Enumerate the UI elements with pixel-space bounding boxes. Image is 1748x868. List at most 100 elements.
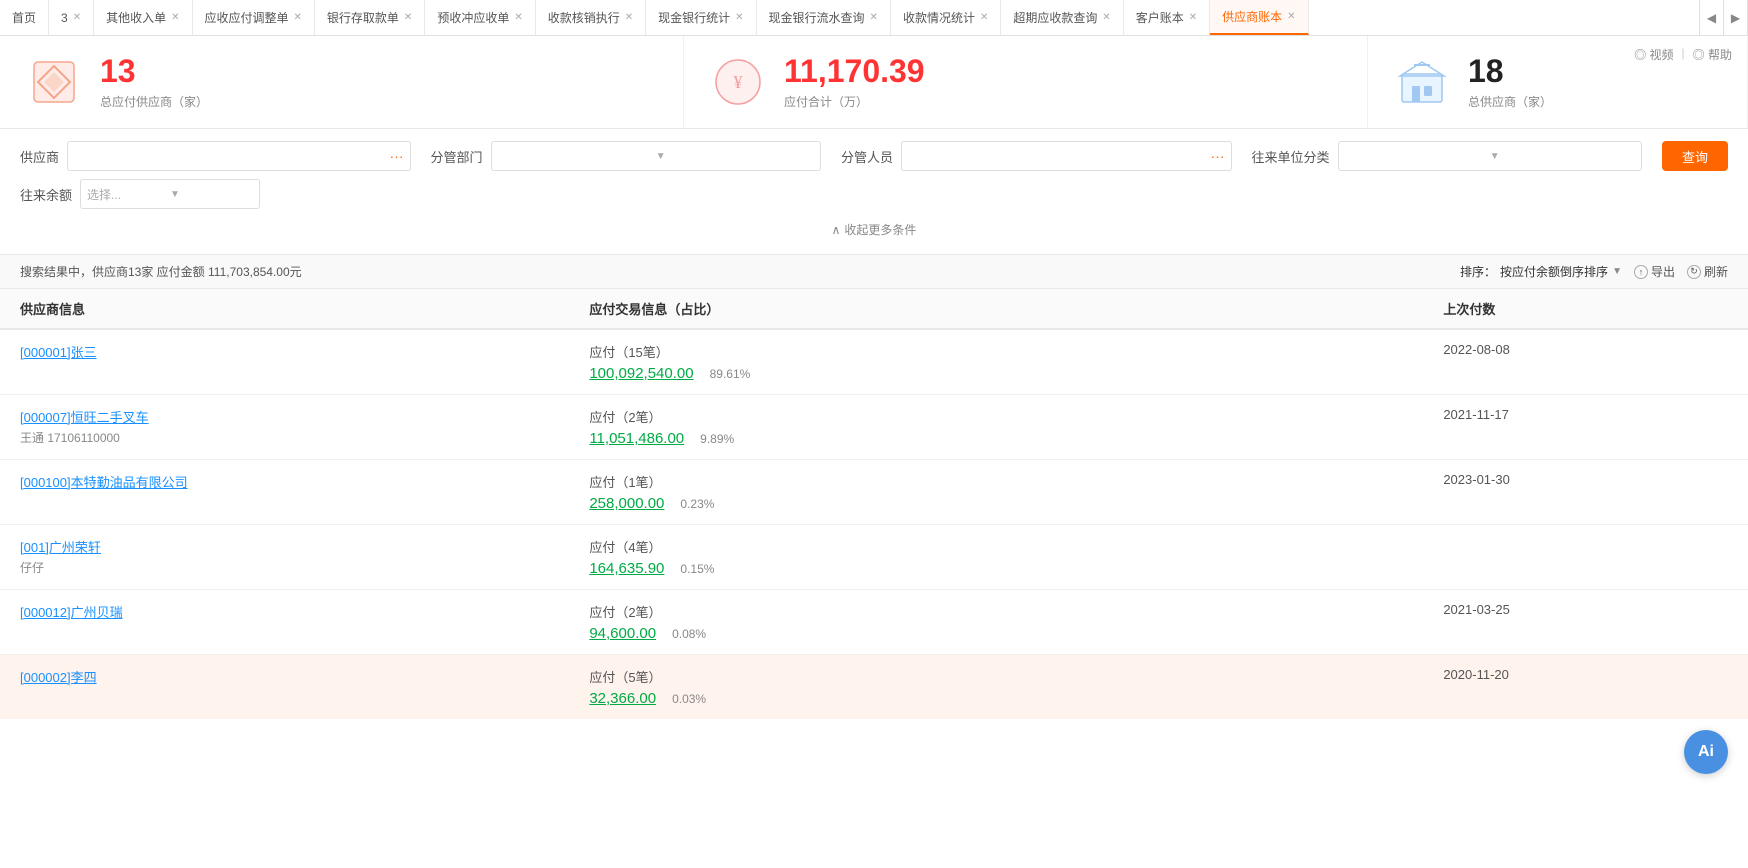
person-dots-icon[interactable]: ··· (1211, 148, 1225, 164)
lastpay-cell-3: 2023-01-30 (1443, 472, 1728, 487)
supplier-link-4[interactable]: [001]广州荣轩 (20, 537, 589, 556)
transaction-cell-1: 应付（15笔） 100,092,540.00 89.61% (589, 342, 1443, 382)
person-input-wrap[interactable]: ··· (901, 141, 1231, 171)
nav-tab-adjustment[interactable]: 应收应付调整单 ✕ (193, 0, 315, 35)
supplier-link-1[interactable]: [000001]张三 (20, 342, 589, 361)
filter-row-1: 供应商 ··· 分管部门 ▼ 分管人员 ··· 往来单位分类 (20, 141, 1728, 171)
help-link[interactable]: ◎ 帮助 (1693, 46, 1732, 63)
nav-tab-customer-account[interactable]: 客户账本 ✕ (1124, 0, 1210, 35)
category-label: 往来单位分类 (1252, 147, 1330, 166)
chevron-down-icon: ▼ (656, 151, 814, 162)
table-row: [000100]本特勤油品有限公司 应付（1笔） 258,000.00 0.23… (0, 460, 1748, 525)
transaction-amount-row-2: 11,051,486.00 9.89% (589, 430, 1443, 447)
transaction-detail-1: 应付（15笔） 100,092,540.00 89.61% (589, 342, 1443, 382)
transaction-detail-4: 应付（4笔） 164,635.90 0.15% (589, 537, 1443, 577)
close-icon[interactable]: ✕ (870, 12, 878, 23)
close-icon[interactable]: ✕ (625, 12, 633, 23)
nav-tab-supplier-account[interactable]: 供应商账本 ✕ (1210, 0, 1308, 35)
transaction-amount-5[interactable]: 94,600.00 (589, 625, 656, 642)
person-input[interactable] (908, 149, 1210, 163)
lastpay-cell-5: 2021-03-25 (1443, 602, 1728, 617)
close-icon[interactable]: ✕ (735, 12, 743, 23)
dept-select[interactable]: ▼ (491, 141, 821, 171)
close-icon[interactable]: ✕ (171, 12, 179, 23)
svg-text:¥: ¥ (734, 72, 743, 92)
supplier-cell-1: [000001]张三 (20, 342, 589, 361)
export-icon: ↑ (1634, 265, 1648, 279)
transaction-amount-3[interactable]: 258,000.00 (589, 495, 664, 512)
sort-select[interactable]: 排序： 按应付余额倒序排序 ▼ (1460, 263, 1622, 280)
nav-tab-label: 超期应收款查询 (1013, 9, 1097, 26)
video-link[interactable]: ◎ 视频 (1634, 46, 1673, 63)
balance-select[interactable]: 选择... ▼ (80, 179, 260, 209)
supplier-cell-4: [001]广州荣轩 仔仔 (20, 537, 589, 576)
refresh-button[interactable]: ↻ 刷新 (1687, 263, 1728, 280)
close-icon[interactable]: ✕ (1102, 12, 1110, 23)
nav-left-arrow[interactable]: ◀ (1700, 0, 1724, 36)
nav-tab-other-income[interactable]: 其他收入单 ✕ (94, 0, 192, 35)
transaction-amount-6[interactable]: 32,366.00 (589, 690, 656, 707)
supplier-link-3[interactable]: [000100]本特勤油品有限公司 (20, 472, 589, 491)
close-icon[interactable]: ✕ (1189, 12, 1197, 23)
transaction-label-5: 应付（2笔） (589, 602, 1443, 621)
result-bar: 搜索结果中，供应商13家 应付金额 111,703,854.00元 排序： 按应… (0, 255, 1748, 289)
lastpay-cell-2: 2021-11-17 (1443, 407, 1728, 422)
nav-tab-receipt-stats[interactable]: 收款情况统计 ✕ (891, 0, 1001, 35)
nav-tab-cashbank-flow[interactable]: 现金银行流水查询 ✕ (757, 0, 891, 35)
payable-suppliers-number: 13 (100, 54, 208, 89)
transaction-amount-1[interactable]: 100,092,540.00 (589, 365, 693, 382)
nav-tab-label: 银行存取款单 (327, 9, 399, 26)
total-suppliers-label: 总供应商（家） (1468, 93, 1552, 110)
filter-row-2: 往来余额 选择... ▼ (20, 179, 1728, 209)
payable-suppliers-label: 总应付供应商（家） (100, 93, 208, 110)
transaction-detail-6: 应付（5笔） 32,366.00 0.03% (589, 667, 1443, 707)
header-lastpay: 上次付数 (1443, 299, 1728, 318)
nav-tab-home[interactable]: 首页 (0, 0, 49, 35)
nav-right-arrow[interactable]: ▶ (1724, 0, 1748, 36)
supplier-link-2[interactable]: [000007]恒旺二手叉车 (20, 407, 589, 426)
nav-tab-receipts[interactable]: 收款核销执行 ✕ (536, 0, 646, 35)
supplier-input-wrap[interactable]: ··· (67, 141, 410, 171)
transaction-pct-2: 9.89% (700, 432, 734, 446)
balance-value: 选择... (87, 186, 170, 203)
search-button[interactable]: 查询 (1662, 141, 1728, 171)
supplier-cell-6: [000002]李四 (20, 667, 589, 686)
collapse-button[interactable]: ∧ 收起更多条件 (20, 217, 1728, 242)
result-bar-right: 排序： 按应付余额倒序排序 ▼ ↑ 导出 ↻ 刷新 (1460, 263, 1728, 280)
close-icon[interactable]: ✕ (980, 12, 988, 23)
chevron-down-icon: ▼ (1490, 151, 1635, 162)
nav-tab-label: 预收冲应收单 (437, 9, 509, 26)
category-select[interactable]: ▼ (1338, 141, 1642, 171)
supplier-link-5[interactable]: [000012]广州贝瑞 (20, 602, 589, 621)
sort-value: 按应付余额倒序排序 (1500, 263, 1608, 280)
transaction-pct-3: 0.23% (680, 497, 714, 511)
nav-tab-label: 其他收入单 (106, 9, 166, 26)
stat-card-payable-suppliers: 13 总应付供应商（家） (0, 36, 684, 128)
transaction-detail-3: 应付（1笔） 258,000.00 0.23% (589, 472, 1443, 512)
supplier-link-6[interactable]: [000002]李四 (20, 667, 589, 686)
nav-tab-prepay[interactable]: 预收冲应收单 ✕ (425, 0, 535, 35)
transaction-cell-3: 应付（1笔） 258,000.00 0.23% (589, 472, 1443, 512)
export-button[interactable]: ↑ 导出 (1634, 263, 1675, 280)
transaction-amount-4[interactable]: 164,635.90 (589, 560, 664, 577)
shop-icon (1392, 52, 1452, 112)
close-icon[interactable]: ✕ (294, 12, 302, 23)
nav-tab-overdue[interactable]: 超期应收款查询 ✕ (1001, 0, 1123, 35)
supplier-input[interactable] (74, 149, 389, 163)
top-right-links: ◎ 视频 | ◎ 帮助 (1634, 46, 1732, 63)
transaction-amount-2[interactable]: 11,051,486.00 (589, 430, 684, 447)
close-icon[interactable]: ✕ (73, 12, 81, 23)
supplier-dots-icon[interactable]: ··· (390, 148, 404, 164)
nav-tab-3[interactable]: 3 ✕ (49, 0, 94, 35)
supplier-cell-5: [000012]广州贝瑞 (20, 602, 589, 621)
nav-tab-bank-deposit[interactable]: 银行存取款单 ✕ (315, 0, 425, 35)
transaction-amount-row-4: 164,635.90 0.15% (589, 560, 1443, 577)
close-icon[interactable]: ✕ (1287, 11, 1295, 22)
transaction-pct-6: 0.03% (672, 692, 706, 706)
ai-assistant-button[interactable]: Ai (1684, 730, 1728, 774)
close-icon[interactable]: ✕ (404, 12, 412, 23)
close-icon[interactable]: ✕ (514, 12, 522, 23)
nav-tab-cashbank-stats[interactable]: 现金银行统计 ✕ (646, 0, 756, 35)
filter-person: 分管人员 ··· (841, 141, 1232, 171)
nav-tab-label: 收款核销执行 (548, 9, 620, 26)
